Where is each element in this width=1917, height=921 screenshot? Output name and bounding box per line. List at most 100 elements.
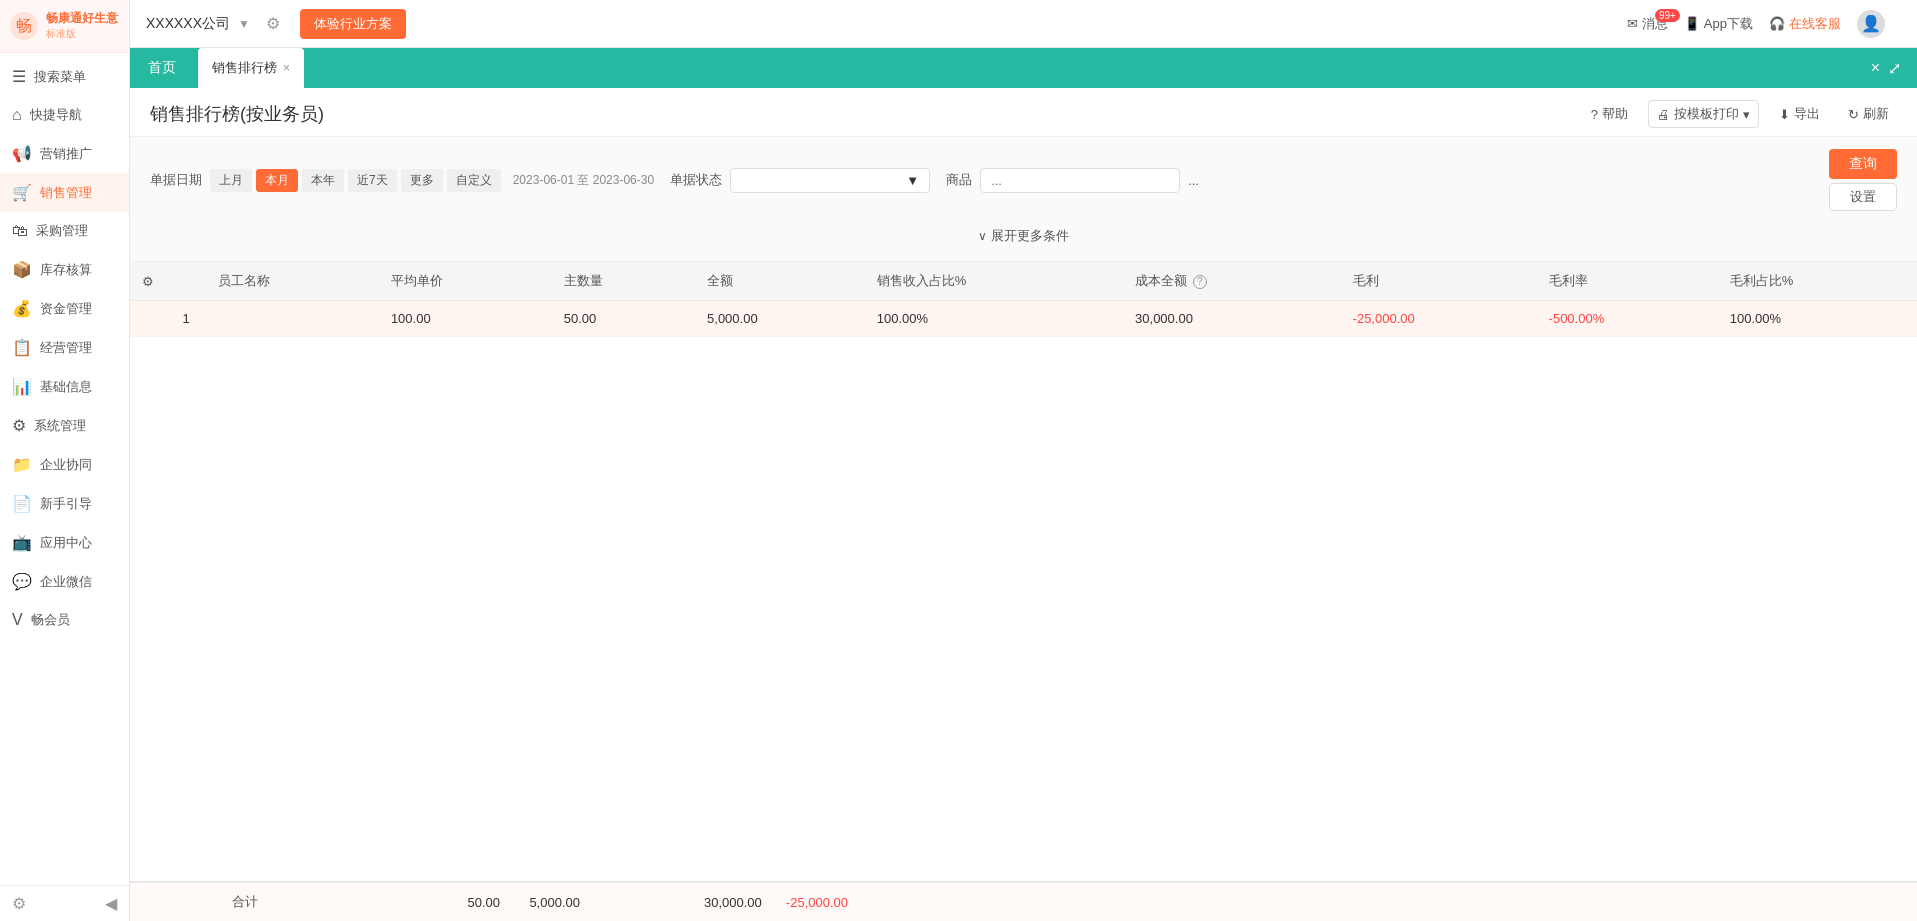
date-buttons: 上月 本月 本年 近7天 更多 自定义 (210, 169, 501, 192)
tab-close-icon[interactable]: × (283, 61, 290, 75)
message-button[interactable]: ✉ 消息 99+ (1627, 15, 1668, 33)
sidebar-item-8[interactable]: 📊基础信息 (0, 367, 129, 406)
sidebar-item-12[interactable]: 📺应用中心 (0, 523, 129, 562)
print-button[interactable]: 🖨 按模板打印 ▾ (1648, 100, 1759, 128)
table-footer: 合计 50.00 5,000.00 30,000.00 -25,000.00 (130, 881, 1917, 921)
sales-rank-tab-label: 销售排行榜 (212, 59, 277, 77)
col-sales-pct: 销售收入占比% (865, 262, 1123, 301)
data-table: ⚙ 员工名称 平均单价 主数量 全额 销售收入占比% 成本全额 ? 毛利 毛利率 (130, 262, 1917, 337)
trial-button[interactable]: 体验行业方案 (300, 9, 406, 39)
company-selector[interactable]: XXXXXX公司 ▼ (146, 15, 250, 33)
table-container: ⚙ 员工名称 平均单价 主数量 全额 销售收入占比% 成本全额 ? 毛利 毛利率 (130, 262, 1917, 881)
sidebar-item-0[interactable]: ☰搜索菜单 (0, 57, 129, 96)
sidebar-settings-icon[interactable]: ⚙ (12, 894, 26, 913)
date-btn-current-month[interactable]: 本月 (256, 169, 298, 192)
filter-row-1: 单据日期 上月 本月 本年 近7天 更多 自定义 2023-06-01 至 20… (150, 149, 1897, 211)
col-cost: 成本全额 ? (1123, 262, 1341, 301)
row-avg-price: 100.00 (379, 301, 552, 337)
sidebar: 畅 畅康通好生意 标准版 ☰搜索菜单⌂快捷导航📢营销推广🛒销售管理🛍采购管理📦库… (0, 0, 130, 921)
page-title: 销售排行榜(按业务员) (150, 102, 324, 126)
sidebar-collapse-icon[interactable]: ◀ (105, 894, 117, 913)
date-btn-custom[interactable]: 自定义 (447, 169, 501, 192)
date-btn-prev-month[interactable]: 上月 (210, 169, 252, 192)
refresh-button[interactable]: ↻ 刷新 (1840, 101, 1897, 127)
sidebar-item-2[interactable]: 📢营销推广 (0, 134, 129, 173)
date-btn-7days[interactable]: 近7天 (348, 169, 397, 192)
sidebar-item-13[interactable]: 💬企业微信 (0, 562, 129, 601)
sidebar-icon-13: 💬 (12, 572, 32, 591)
col-settings[interactable]: ⚙ (130, 262, 166, 301)
action-buttons: 查询 设置 (1829, 149, 1897, 211)
tab-close-all-icon[interactable]: × (1871, 59, 1880, 77)
goods-label: 商品 (946, 171, 972, 189)
date-btn-year[interactable]: 本年 (302, 169, 344, 192)
phone-icon: 📱 (1684, 16, 1700, 31)
tab-bar-actions: × ⤢ (1871, 59, 1917, 78)
row-rank: 1 (166, 301, 206, 337)
header-settings-icon[interactable]: ⚙ (266, 14, 280, 33)
message-badge: 99+ (1655, 9, 1680, 22)
help-button[interactable]: ? 帮助 (1583, 101, 1636, 127)
sidebar-item-5[interactable]: 📦库存核算 (0, 250, 129, 289)
settings-button[interactable]: 设置 (1829, 183, 1897, 211)
svg-text:畅: 畅 (16, 17, 32, 34)
export-button[interactable]: ⬇ 导出 (1771, 101, 1828, 127)
sidebar-icon-14: V (12, 611, 23, 629)
sidebar-item-14[interactable]: V畅会员 (0, 601, 129, 639)
sidebar-icon-11: 📄 (12, 494, 32, 513)
tab-expand-icon[interactable]: ⤢ (1888, 59, 1901, 78)
sidebar-item-3[interactable]: 🛒销售管理 (0, 173, 129, 212)
sidebar-item-1[interactable]: ⌂快捷导航 (0, 96, 129, 134)
app-download-button[interactable]: 📱 App下载 (1684, 15, 1753, 33)
row-sales-pct: 100.00% (865, 301, 1123, 337)
logo-icon: 畅 (8, 10, 40, 42)
status-select[interactable]: ▼ (730, 168, 930, 193)
footer-cost: 30,000.00 (692, 895, 774, 910)
sidebar-icon-2: 📢 (12, 144, 32, 163)
header-actions: ? 帮助 🖨 按模板打印 ▾ ⬇ 导出 ↻ 刷新 (1583, 100, 1897, 128)
sidebar-icon-0: ☰ (12, 67, 26, 86)
user-icon: 👤 (1861, 14, 1881, 33)
sidebar-item-11[interactable]: 📄新手引导 (0, 484, 129, 523)
printer-icon: 🖨 (1657, 107, 1670, 122)
query-button[interactable]: 查询 (1829, 149, 1897, 179)
col-gross-rate: 毛利率 (1537, 262, 1718, 301)
more-options[interactable]: ... (1188, 173, 1199, 188)
sidebar-menu: ☰搜索菜单⌂快捷导航📢营销推广🛒销售管理🛍采购管理📦库存核算💰资金管理📋经营管理… (0, 53, 129, 885)
goods-input[interactable] (980, 168, 1180, 193)
date-btn-more[interactable]: 更多 (401, 169, 443, 192)
sidebar-icon-9: ⚙ (12, 416, 26, 435)
home-tab-label: 首页 (148, 59, 176, 77)
col-employee-name: 员工名称 (206, 262, 379, 301)
row-settings[interactable] (130, 301, 166, 337)
sidebar-icon-7: 📋 (12, 338, 32, 357)
col-rank (166, 262, 206, 301)
tab-sales-rank[interactable]: 销售排行榜 × (198, 48, 304, 88)
tab-bar: 首页 销售排行榜 × × ⤢ (130, 48, 1917, 88)
row-name (206, 301, 379, 337)
avatar[interactable]: 👤 (1857, 10, 1885, 38)
cost-info-icon[interactable]: ? (1193, 275, 1207, 289)
sidebar-item-10[interactable]: 📁企业协同 (0, 445, 129, 484)
headset-icon: 🎧 (1769, 16, 1785, 31)
row-gross-rate: -500.00% (1537, 301, 1718, 337)
sidebar-item-4[interactable]: 🛍采购管理 (0, 212, 129, 250)
sidebar-item-7[interactable]: 📋经营管理 (0, 328, 129, 367)
date-label: 单据日期 (150, 171, 202, 189)
chevron-down-expand-icon: ∨ (978, 229, 987, 243)
sidebar-icon-4: 🛍 (12, 222, 28, 240)
logo-title: 畅康通好生意 (46, 11, 118, 27)
col-amount: 全额 (695, 262, 865, 301)
date-range-text: 2023-06-01 至 2023-06-30 (513, 172, 654, 189)
online-service-button[interactable]: 🎧 在线客服 (1769, 15, 1841, 33)
sidebar-icon-5: 📦 (12, 260, 32, 279)
footer-amount: 5,000.00 (512, 895, 592, 910)
main-area: XXXXXX公司 ▼ ⚙ 体验行业方案 ✉ 消息 99+ 📱 App下载 🎧 在… (130, 0, 1917, 921)
sidebar-item-6[interactable]: 💰资金管理 (0, 289, 129, 328)
sidebar-icon-6: 💰 (12, 299, 32, 318)
sidebar-icon-1: ⌂ (12, 106, 22, 124)
tab-home[interactable]: 首页 (130, 48, 194, 88)
logo-subtitle: 标准版 (46, 27, 118, 41)
expand-more-button[interactable]: ∨ 展开更多条件 (978, 223, 1069, 249)
sidebar-item-9[interactable]: ⚙系统管理 (0, 406, 129, 445)
